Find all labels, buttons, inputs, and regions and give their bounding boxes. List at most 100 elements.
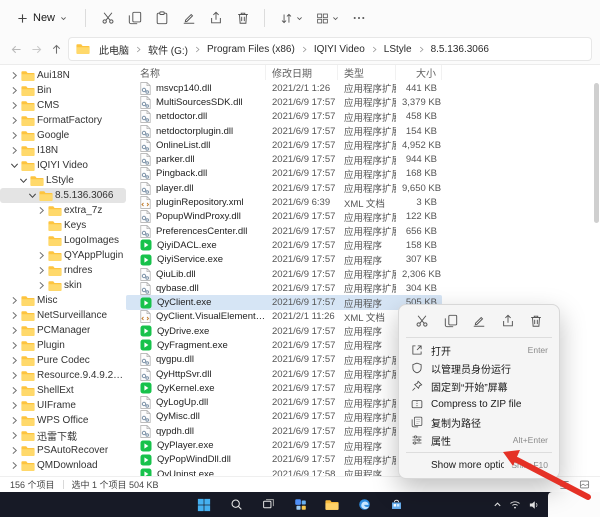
chevron-right-icon[interactable]: [9, 386, 19, 395]
sidebar-item[interactable]: CMS: [0, 98, 126, 113]
taskbar-taskview-icon[interactable]: [257, 494, 279, 516]
chevron-right-icon[interactable]: [9, 371, 19, 380]
share-quick-button[interactable]: [497, 311, 519, 331]
file-row[interactable]: PreferencesCenter.dll 2021/6/9 17:57 应用程序扩…: [126, 224, 442, 238]
chevron-right-icon[interactable]: [9, 356, 19, 365]
rename-quick-button[interactable]: [468, 311, 490, 331]
sidebar-item[interactable]: LStyle: [0, 173, 126, 188]
cut-button[interactable]: [95, 6, 120, 30]
sidebar-item[interactable]: extra_7z: [0, 203, 126, 218]
breadcrumb-item[interactable]: 软件 (G:): [144, 41, 192, 58]
chevron-right-icon[interactable]: [9, 416, 19, 425]
rename-button[interactable]: [176, 6, 201, 30]
share-button[interactable]: [203, 6, 228, 30]
tray-wifi-icon[interactable]: [509, 499, 521, 511]
more-toolbar-button[interactable]: [346, 6, 371, 30]
file-row[interactable]: QyClient.exe 2021/6/9 17:57 应用程序 505 KB: [126, 295, 442, 310]
file-row[interactable]: QyDrive.exe2021/6/9 17:57应用程序263 KB: [126, 324, 442, 338]
sidebar-item[interactable]: Plugin: [0, 338, 126, 353]
column-header-date[interactable]: 修改日期: [266, 65, 338, 80]
sidebar-item[interactable]: Aui18N: [0, 68, 126, 83]
file-row[interactable]: OnlineList.dll 2021/6/9 17:57 应用程序扩展 4,952 …: [126, 138, 442, 152]
chevron-right-icon[interactable]: [9, 401, 19, 410]
chevron-right-icon[interactable]: [9, 116, 19, 125]
taskbar-edge-icon[interactable]: [353, 494, 375, 516]
chevron-right-icon[interactable]: [9, 431, 19, 440]
sidebar-item[interactable]: ShellExt: [0, 383, 126, 398]
breadcrumb-item[interactable]: LStyle: [380, 43, 416, 56]
column-header-type[interactable]: 类型: [338, 65, 396, 80]
file-row[interactable]: MultiSourcesSDK.dll 2021/6/9 17:57 应用程序扩展 3…: [126, 95, 442, 109]
breadcrumb-item[interactable]: Program Files (x86): [203, 43, 299, 56]
chevron-right-icon[interactable]: [36, 281, 46, 290]
menu-item[interactable]: 复制为路径: [403, 413, 555, 431]
breadcrumb-item[interactable]: IQIYI Video: [310, 43, 369, 56]
file-row[interactable]: qygpu.dll2021/6/9 17:57应用程序扩展51 KB: [126, 353, 442, 367]
taskbar-search-icon[interactable]: [225, 494, 247, 516]
sidebar-item[interactable]: IQIYI Video: [0, 158, 126, 173]
paste-button[interactable]: [149, 6, 174, 30]
file-row[interactable]: QyClient.VisualElementsManifest.xml 2021/…: [126, 310, 442, 324]
menu-item[interactable]: 以管理员身份运行: [403, 359, 555, 377]
file-row[interactable]: QiuLib.dll 2021/6/9 17:57 应用程序扩展 2,306 KB: [126, 267, 442, 281]
column-header-name[interactable]: 名称: [126, 65, 266, 80]
file-row[interactable]: msvcp140.dll 2021/2/1 1:26 应用程序扩展 441 KB: [126, 81, 442, 95]
menu-item[interactable]: 属性 Alt+Enter: [403, 431, 555, 449]
taskbar-store-icon[interactable]: [385, 494, 407, 516]
file-row[interactable]: QiyiDACL.exe 2021/6/9 17:57 应用程序 158 KB: [126, 238, 442, 252]
chevron-right-icon[interactable]: [9, 446, 19, 455]
trash-quick-button[interactable]: [525, 311, 547, 331]
chevron-right-icon[interactable]: [9, 311, 19, 320]
sidebar-item[interactable]: I18N: [0, 143, 126, 158]
chevron-right-icon[interactable]: [9, 146, 19, 155]
taskbar-explorerfolder-icon[interactable]: [321, 494, 343, 516]
sidebar-item[interactable]: WPS Office: [0, 413, 126, 428]
file-row[interactable]: netdoctor.dll 2021/6/9 17:57 应用程序扩展 458 KB: [126, 110, 442, 124]
sidebar-item[interactable]: QYAppPlugin: [0, 248, 126, 263]
chevron-down-icon[interactable]: [27, 191, 37, 200]
file-row[interactable]: parker.dll 2021/6/9 17:57 应用程序扩展 944 KB: [126, 152, 442, 167]
sidebar-item[interactable]: Pure Codec: [0, 353, 126, 368]
menu-item[interactable]: 打开 Enter: [403, 341, 555, 359]
file-row[interactable]: QyFragment.exe2021/6/9 17:57应用程序498 KB: [126, 338, 442, 352]
chevron-right-icon[interactable]: [9, 341, 19, 350]
cut-quick-button[interactable]: [411, 311, 433, 331]
sidebar-item[interactable]: PSAutoRecover: [0, 443, 126, 458]
copy-button[interactable]: [122, 6, 147, 30]
menu-item[interactable]: Compress to ZIP file: [403, 395, 555, 413]
sidebar-item[interactable]: QMDownload: [0, 458, 126, 473]
sidebar-item[interactable]: Resource.9.4.9.27847: [0, 368, 126, 383]
back-button[interactable]: [8, 40, 24, 58]
scrollbar-thumb[interactable]: [594, 83, 599, 223]
sidebar-item[interactable]: 8.5.136.3066: [0, 188, 126, 203]
sidebar-item[interactable]: Misc: [0, 293, 126, 308]
file-row[interactable]: netdoctorplugin.dll 2021/6/9 17:57 应用程序扩展 1…: [126, 124, 442, 138]
sidebar-item[interactable]: UIFrame: [0, 398, 126, 413]
file-row[interactable]: QyHttpSvr.dll2021/6/9 17:57应用程序扩展51 KB: [126, 367, 442, 381]
address-bar[interactable]: 此电脑 软件 (G:) Program Files (x86) IQIYI Video…: [68, 37, 592, 61]
chevron-right-icon[interactable]: [9, 86, 19, 95]
breadcrumb-item[interactable]: 此电脑: [95, 41, 133, 58]
file-row[interactable]: qypdh.dll2021/6/9 17:57应用程序扩展1,580 KB: [126, 424, 442, 438]
chevron-right-icon[interactable]: [36, 266, 46, 275]
chevron-right-icon[interactable]: [9, 296, 19, 305]
file-row[interactable]: qybase.dll 2021/6/9 17:57 应用程序扩展 304 KB: [126, 281, 442, 295]
menu-item[interactable]: Show more options Shift+F10: [403, 456, 555, 474]
file-row[interactable]: PopupWindProxy.dll 2021/6/9 17:57 应用程序扩展 12…: [126, 210, 442, 224]
sort-button[interactable]: [274, 6, 308, 30]
sidebar-item[interactable]: PCManager: [0, 323, 126, 338]
sidebar-item[interactable]: rndres: [0, 263, 126, 278]
file-row[interactable]: player.dll 2021/6/9 17:57 应用程序扩展 9,650 KB: [126, 181, 442, 195]
chevron-right-icon[interactable]: [9, 461, 19, 470]
file-row[interactable]: Pingback.dll 2021/6/9 17:57 应用程序扩展 168 KB: [126, 167, 442, 181]
chevron-right-icon[interactable]: [9, 326, 19, 335]
chevron-right-icon[interactable]: [9, 131, 19, 140]
menu-item[interactable]: 固定到“开始”屏幕: [403, 377, 555, 395]
delete-button[interactable]: [230, 6, 255, 30]
chevron-right-icon[interactable]: [36, 251, 46, 260]
sidebar-item[interactable]: LogoImages: [0, 233, 126, 248]
file-row[interactable]: QyKernel.exe2021/6/9 17:57应用程序408 KB: [126, 381, 442, 395]
chevron-down-icon[interactable]: [18, 176, 28, 185]
file-row[interactable]: QyPopWindDll.dll2021/6/9 17:57应用程序扩展648 …: [126, 453, 442, 467]
tray-vol-icon[interactable]: [528, 499, 540, 511]
